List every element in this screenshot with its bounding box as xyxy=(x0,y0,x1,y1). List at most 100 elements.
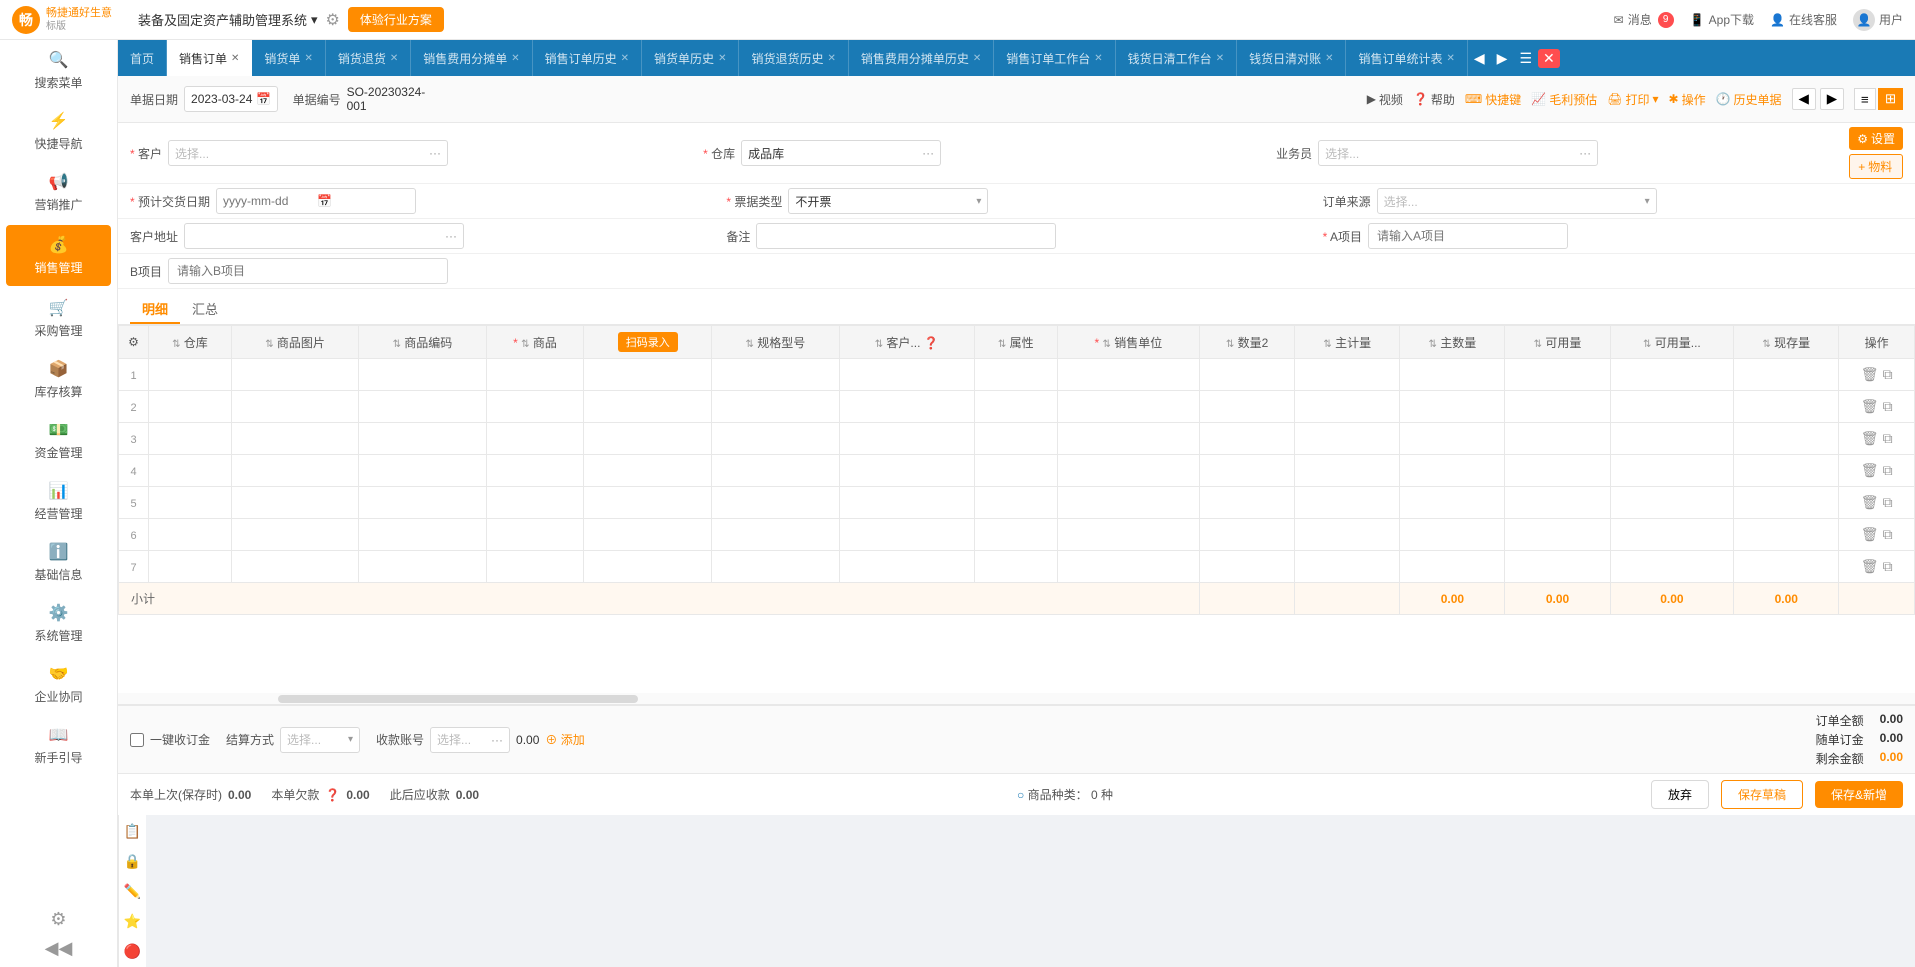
profit-btn[interactable]: 📈 毛利预估 xyxy=(1531,91,1597,108)
copy-row-1-icon[interactable]: ⧉ xyxy=(1883,366,1893,383)
prev-record-button[interactable]: ◀ xyxy=(1792,88,1816,110)
sidebar-item-operations[interactable]: 📊 经营管理 xyxy=(0,471,117,532)
tab-sales-fee-split[interactable]: 销售费用分摊单 ✕ xyxy=(411,40,532,76)
close-workbench-icon[interactable]: ✕ xyxy=(1094,53,1102,64)
close-reconciliation-icon[interactable]: ✕ xyxy=(1325,53,1333,64)
account-more-icon[interactable]: ··· xyxy=(491,733,503,747)
close-sales-return-icon[interactable]: ✕ xyxy=(390,53,398,64)
delete-row-3-icon[interactable]: 🗑 xyxy=(1861,430,1879,447)
tab-sales-order[interactable]: 销售订单 ✕ xyxy=(167,40,252,76)
scrollbar-thumb[interactable] xyxy=(278,695,638,703)
save-draft-button[interactable]: 保存草稿 xyxy=(1721,780,1803,809)
a-project-input[interactable] xyxy=(1368,223,1568,249)
delete-row-4-icon[interactable]: 🗑 xyxy=(1861,462,1879,479)
sort-spec-icon[interactable]: ⇅ xyxy=(746,339,754,350)
invoice-type-select[interactable]: 不开票 ▾ xyxy=(788,188,988,214)
sort-unit-icon[interactable]: ⇅ xyxy=(1102,339,1110,350)
delete-row-7-icon[interactable]: 🗑 xyxy=(1861,558,1879,575)
delete-row-5-icon[interactable]: 🗑 xyxy=(1861,494,1879,511)
discard-button[interactable]: 放弃 xyxy=(1651,780,1709,809)
sort-stock-icon[interactable]: ⇅ xyxy=(1762,339,1770,350)
settings-button[interactable]: ⚙ 设置 xyxy=(1849,127,1903,150)
close-sales-order-icon[interactable]: ✕ xyxy=(231,53,239,64)
calendar-icon[interactable]: 📅 xyxy=(256,92,271,106)
tab-invoice-history[interactable]: 销货单历史 ✕ xyxy=(642,40,739,76)
remark-input[interactable] xyxy=(756,223,1056,249)
tab-detail[interactable]: 明细 xyxy=(130,295,180,324)
sort-custcode-icon[interactable]: ⇅ xyxy=(875,339,883,350)
address-more-icon[interactable]: ··· xyxy=(445,229,457,243)
copy-row-5-icon[interactable]: ⧉ xyxy=(1883,494,1893,511)
tab-sales-return[interactable]: 销货退货 ✕ xyxy=(326,40,411,76)
tab-close-all-button[interactable]: ✕ xyxy=(1538,49,1560,68)
customer-more-icon[interactable]: ··· xyxy=(429,146,441,160)
sidebar-item-sales[interactable]: 💰 销售管理 xyxy=(6,225,111,286)
solution-button[interactable]: 体验行业方案 xyxy=(348,7,444,32)
sidebar-item-guide[interactable]: 📖 新手引导 xyxy=(0,715,117,776)
app-download-item[interactable]: 📱 App下载 xyxy=(1690,11,1754,28)
order-source-select[interactable]: 选择... ▾ xyxy=(1377,188,1657,214)
account-select[interactable]: 选择... ··· xyxy=(430,727,510,753)
user-item[interactable]: 👤 用户 xyxy=(1853,9,1903,31)
form-view-button[interactable]: ⊞ xyxy=(1878,88,1903,110)
view-btn[interactable]: ▶ 视频 xyxy=(1367,91,1403,108)
sidebar-item-basic-info[interactable]: ℹ️ 基础信息 xyxy=(0,532,117,593)
close-fee-split-icon[interactable]: ✕ xyxy=(511,53,519,64)
history-btn[interactable]: 🕐 历史单据 xyxy=(1716,91,1782,108)
b-project-input[interactable] xyxy=(168,258,448,284)
right-panel-edit-icon[interactable]: ✏️ xyxy=(121,879,145,903)
right-panel-clipboard-icon[interactable]: 📋 xyxy=(121,819,145,843)
print-dropdown-icon[interactable]: ▾ xyxy=(1652,92,1658,106)
sidebar-item-enterprise[interactable]: 🤝 企业协同 xyxy=(0,654,117,715)
close-sales-history-icon[interactable]: ✕ xyxy=(621,53,629,64)
sort-image-icon[interactable]: ⇅ xyxy=(265,339,273,350)
sort-qty2-icon[interactable]: ⇅ xyxy=(1226,339,1234,350)
customer-select[interactable]: 选择... ··· xyxy=(168,140,448,166)
sidebar-item-system[interactable]: ⚙️ 系统管理 xyxy=(0,593,117,654)
tab-reconciliation[interactable]: 钱货日清对账 ✕ xyxy=(1237,40,1346,76)
sort-product-icon[interactable]: ⇅ xyxy=(521,339,529,350)
add-button[interactable]: ⊕ 添加 xyxy=(545,731,584,748)
address-select[interactable]: ··· xyxy=(184,223,464,249)
tab-sales-history[interactable]: 销售订单历史 ✕ xyxy=(533,40,642,76)
tab-summary[interactable]: 汇总 xyxy=(180,295,230,324)
settings-bottom-icon[interactable]: ⚙ xyxy=(50,909,66,930)
salesperson-more-icon[interactable]: ··· xyxy=(1579,146,1591,160)
copy-row-4-icon[interactable]: ⧉ xyxy=(1883,462,1893,479)
sort-mainunit-icon[interactable]: ⇅ xyxy=(1323,339,1331,350)
sidebar-item-marketing[interactable]: 📢 营销推广 xyxy=(0,162,117,223)
delete-row-1-icon[interactable]: 🗑 xyxy=(1861,366,1879,383)
delivery-cal-icon[interactable]: 📅 xyxy=(317,194,332,208)
copy-row-6-icon[interactable]: ⧉ xyxy=(1883,526,1893,543)
sidebar-item-finance[interactable]: 💵 资金管理 xyxy=(0,410,117,471)
sidebar-item-purchase[interactable]: 🛒 采购管理 xyxy=(0,288,117,349)
close-daily-workbench-icon[interactable]: ✕ xyxy=(1216,53,1224,64)
copy-row-2-icon[interactable]: ⧉ xyxy=(1883,398,1893,415)
delete-row-6-icon[interactable]: 🗑 xyxy=(1861,526,1879,543)
tab-sales-stats[interactable]: 销售订单统计表 ✕ xyxy=(1346,40,1467,76)
shortcut-btn[interactable]: ⌨ 快捷键 xyxy=(1465,91,1521,108)
print-btn[interactable]: 🖨 打印 ▾ xyxy=(1607,91,1658,108)
tab-sales-invoice[interactable]: 销货单 ✕ xyxy=(252,40,325,76)
tab-daily-workbench[interactable]: 钱货日清工作台 ✕ xyxy=(1116,40,1237,76)
close-sales-invoice-icon[interactable]: ✕ xyxy=(304,53,312,64)
delete-row-2-icon[interactable]: 🗑 xyxy=(1861,398,1879,415)
tab-next-button[interactable]: ▶ xyxy=(1491,50,1514,67)
settings-icon[interactable]: ⚙ xyxy=(326,10,340,30)
online-service-item[interactable]: 👤 在线客服 xyxy=(1770,11,1837,28)
tab-prev-button[interactable]: ◀ xyxy=(1468,50,1491,67)
copy-row-3-icon[interactable]: ⧉ xyxy=(1883,430,1893,447)
one-click-checkbox[interactable] xyxy=(130,733,144,747)
delivery-date-field[interactable] xyxy=(223,194,313,208)
payment-method-select[interactable]: 选择... ▾ xyxy=(280,727,360,753)
tab-sales-workbench[interactable]: 销售订单工作台 ✕ xyxy=(994,40,1115,76)
scan-button[interactable]: 扫码录入 xyxy=(618,332,678,352)
tab-home[interactable]: 首页 xyxy=(118,40,167,76)
help-btn[interactable]: ❓ 帮助 xyxy=(1413,91,1455,108)
system-name[interactable]: 装备及固定资产辅助管理系统 ▾ xyxy=(138,10,318,29)
th-setting[interactable]: ⚙ xyxy=(119,326,149,359)
copy-row-7-icon[interactable]: ⧉ xyxy=(1883,558,1893,575)
next-record-button[interactable]: ▶ xyxy=(1820,88,1844,110)
date-input[interactable]: 2023-03-24 📅 xyxy=(184,86,278,112)
operation-btn[interactable]: ✱ 操作 xyxy=(1669,91,1706,108)
